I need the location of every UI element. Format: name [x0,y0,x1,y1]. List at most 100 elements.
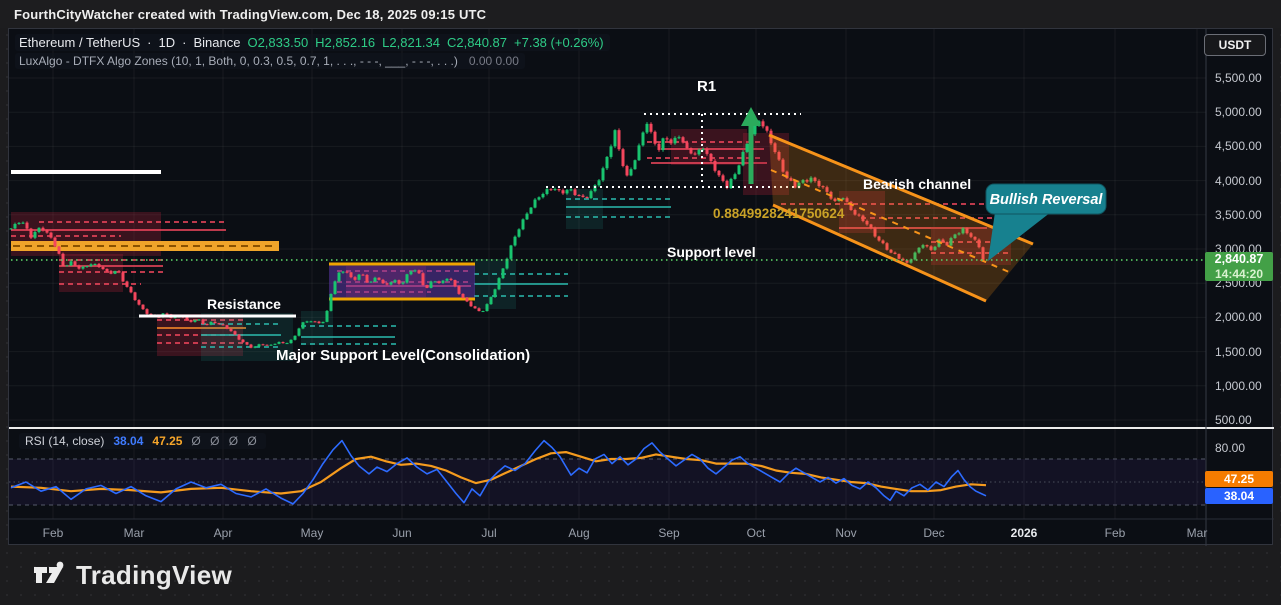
candle-body [646,124,649,133]
candle-body [246,342,249,344]
tradingview-logo[interactable]: TradingView [32,560,232,591]
candle-body [438,282,441,283]
candle-body [58,246,61,253]
candle-body [130,287,133,292]
price-tick-label: 1,500.00 [1215,345,1262,359]
candle-body [66,265,69,266]
annotation-fib-value[interactable]: 0.8849928241750624 [713,206,845,221]
candle-body [78,265,81,268]
candle-body [346,272,349,273]
candle-body [458,286,461,294]
candle-body [734,174,737,179]
tradingview-wordmark: TradingView [76,560,232,591]
ohlc-open: O2,833.50 [247,35,308,50]
candle-body [530,208,533,214]
bar-countdown: 14:44:20 [1205,267,1273,281]
currency-toggle-button[interactable]: USDT [1204,34,1266,56]
candle-body [574,189,577,195]
candle-body [10,228,13,229]
rsi-ma-value: 47.25 [152,434,182,448]
candle-body [590,191,593,198]
price-tick-label: 2,000.00 [1215,310,1262,324]
candle-body [358,275,361,280]
candle-body [394,280,397,282]
time-tick-month: Nov [816,526,876,540]
rsi-ma-badge: 47.25 [1205,471,1273,487]
candle-body [258,344,261,346]
candle-body [678,137,681,138]
candle-body [34,232,37,238]
candle-body [718,171,721,176]
time-tick-month: Mar [104,526,164,540]
up-arrow-head[interactable] [741,107,761,126]
candle-body [418,270,421,273]
candle-body [654,132,657,144]
candle-body [546,189,549,194]
candle-body [538,197,541,199]
candle-body [526,214,529,220]
tradingview-logo-icon [32,560,66,590]
interval-label: 1D [159,35,176,50]
indicator-legend-row[interactable]: LuxAlgo - DTFX Algo Zones (10, 1, Both, … [15,53,525,69]
candle-body [630,169,633,175]
candle-body [230,329,233,331]
price-tick-label: 4,500.00 [1215,139,1262,153]
candle-body [406,274,409,282]
candle-body [242,340,245,343]
time-tick-month: Jun [372,526,432,540]
annotation-resistance[interactable]: Resistance [207,296,281,312]
annotation-major-support[interactable]: Major Support Level(Consolidation) [276,347,530,364]
candle-body [218,323,221,324]
annotation-support-level[interactable]: Support level [667,244,756,260]
callout-text: Bullish Reversal [990,192,1104,208]
candle-body [354,277,357,280]
candle-body [578,195,581,196]
candle-body [122,273,125,282]
candle-body [106,269,109,271]
time-tick-month: Dec [904,526,964,540]
separator-dot: · [147,35,151,50]
candle-body [50,233,53,238]
footer-bar: TradingView [0,545,1281,605]
candle-body [598,180,601,185]
time-tick-month: Apr [193,526,253,540]
candle-body [714,161,717,171]
annotation-bearish-channel[interactable]: Bearish channel [863,176,971,192]
candle-body [274,344,277,345]
price-tick-label: 1,000.00 [1215,379,1262,393]
rsi-legend-row[interactable]: RSI (14, close) 38.04 47.25 Ø Ø Ø Ø [19,433,266,449]
time-scale[interactable]: FebMarAprMayJunJulAugSepOctNovDec2026Feb… [9,520,1206,546]
price-tick-label: 500.00 [1215,413,1252,427]
price-scale[interactable]: 500.001,000.001,500.002,000.002,500.003,… [1207,29,1274,519]
candle-body [382,280,385,283]
annotation-r1[interactable]: R1 [697,78,716,95]
time-tick-month: Oct [726,526,786,540]
candle-body [250,345,253,348]
price-tick-label: 5,500.00 [1215,71,1262,85]
candle-body [366,275,369,282]
price-tick-label: 4,000.00 [1215,174,1262,188]
candle-body [434,282,437,283]
candle-body [698,150,701,155]
candle-body [562,190,565,193]
candle-body [298,329,301,336]
candle-body [510,245,513,258]
ohlc-low: L2,821.34 [382,35,440,50]
candle-body [262,344,265,345]
candle-body [514,237,517,246]
candle-body [430,282,433,288]
candle-body [82,267,85,269]
candle-body [30,229,33,238]
candle-body [454,280,457,286]
symbol-legend-row[interactable]: Ethereum / TetherUS · 1D · Binance O2,83… [15,34,610,51]
candle-body [742,152,745,165]
candle-body [118,271,121,272]
candle-body [190,320,193,322]
candle-body [74,261,77,265]
current-price-label: 2,840.87 [1205,252,1273,267]
candle-body [134,292,137,300]
supply-zone [671,129,747,165]
candle-body [674,138,677,143]
candle-body [602,168,605,180]
indicator-name: LuxAlgo - DTFX Algo Zones (10, 1, Both, … [19,54,458,68]
